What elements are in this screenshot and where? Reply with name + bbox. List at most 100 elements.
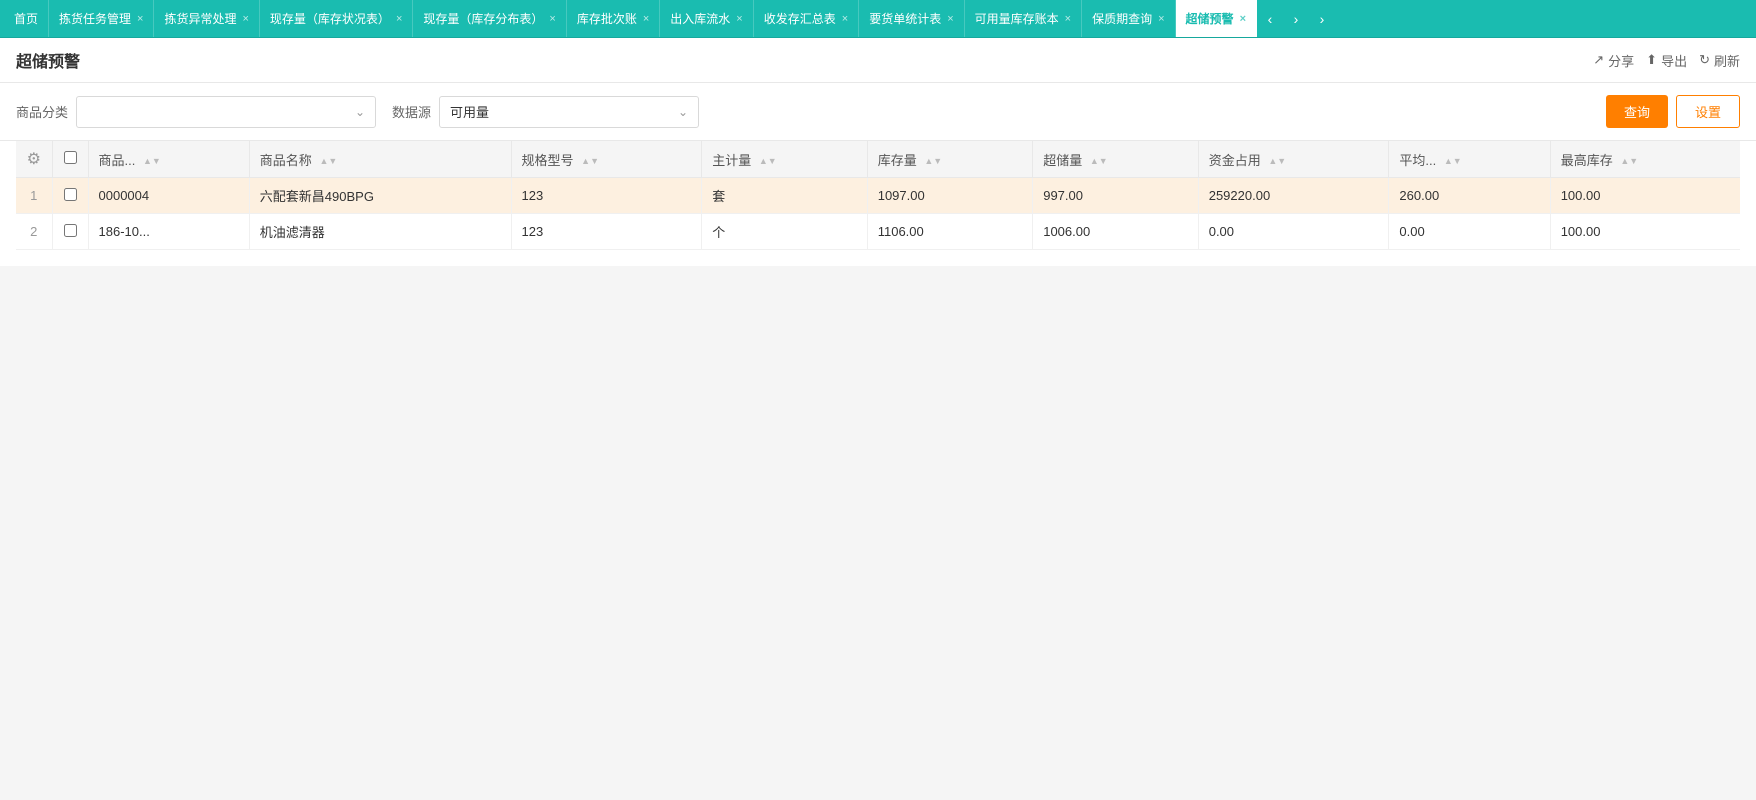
close-tab-summary[interactable]: × xyxy=(842,13,848,25)
refresh-icon: ↻ xyxy=(1699,52,1710,68)
th-settings[interactable]: ⚙ xyxy=(16,141,52,178)
nav-tab-stock-dist[interactable]: 现存量（库存分布表） × xyxy=(413,0,566,38)
th-avg-label: 平均... xyxy=(1399,153,1436,168)
category-select[interactable]: ⌄ xyxy=(76,96,376,128)
th-product-name[interactable]: 商品名称 ▲▼ xyxy=(249,141,511,178)
row-select-checkbox-1[interactable] xyxy=(64,224,77,237)
close-tab-stock-dist[interactable]: × xyxy=(549,13,555,25)
nav-tab-abnormal[interactable]: 拣货异常处理 × xyxy=(154,0,259,38)
settings-gear-icon[interactable]: ⚙ xyxy=(27,151,41,168)
nav-tab-order-stats[interactable]: 要货单统计表 × xyxy=(859,0,964,38)
nav-next-arrow[interactable]: › xyxy=(1283,0,1309,38)
sort-arrows-stock[interactable]: ▲▼ xyxy=(924,157,942,166)
nav-tab-available[interactable]: 可用量库存账本 × xyxy=(965,0,1082,38)
table-row[interactable]: 2 186-10... 机油滤清器 123 个 1106.00 1006.00 … xyxy=(16,214,1740,250)
query-button[interactable]: 查询 xyxy=(1606,95,1668,128)
page-title: 超储预警 xyxy=(16,48,80,72)
nav-tab-task-mgmt[interactable]: 拣货任务管理 × xyxy=(49,0,154,38)
th-unit-label: 主计量 xyxy=(712,153,751,168)
row-stock-0: 1097.00 xyxy=(867,178,1033,214)
table-header-row: ⚙ 商品... ▲▼ 商品名称 ▲▼ 规格型号 ▲▼ 主计 xyxy=(16,141,1740,178)
th-stock-label: 库存量 xyxy=(878,153,917,168)
category-dropdown-arrow: ⌄ xyxy=(355,105,365,119)
close-tab-batch[interactable]: × xyxy=(643,13,649,25)
table-container: ⚙ 商品... ▲▼ 商品名称 ▲▼ 规格型号 ▲▼ 主计 xyxy=(0,141,1756,266)
row-max-stock-0: 100.00 xyxy=(1550,178,1740,214)
nav-tab-flow[interactable]: 出入库流水 × xyxy=(660,0,753,38)
table-row[interactable]: 1 0000004 六配套新昌490BPG 123 套 1097.00 997.… xyxy=(16,178,1740,214)
nav-tab-stock-status[interactable]: 现存量（库存状况表） × xyxy=(260,0,413,38)
sort-arrows-capital[interactable]: ▲▼ xyxy=(1268,157,1286,166)
row-product-name-1: 机油滤清器 xyxy=(249,214,511,250)
close-tab-overstock[interactable]: × xyxy=(1240,13,1246,25)
row-capital-1: 0.00 xyxy=(1198,214,1389,250)
row-max-stock-1: 100.00 xyxy=(1550,214,1740,250)
row-over-stock-0: 997.00 xyxy=(1033,178,1199,214)
export-icon: ⬆ xyxy=(1646,52,1657,68)
row-select-checkbox-0[interactable] xyxy=(64,188,77,201)
th-stock[interactable]: 库存量 ▲▼ xyxy=(867,141,1033,178)
row-settings-cell-1: 2 xyxy=(16,214,52,250)
filter-buttons: 查询 设置 xyxy=(1606,95,1740,128)
nav-tab-summary[interactable]: 收发存汇总表 × xyxy=(754,0,859,38)
row-checkbox-cell-1[interactable] xyxy=(52,214,88,250)
row-capital-0: 259220.00 xyxy=(1198,178,1389,214)
th-product-code-label: 商品... xyxy=(99,153,136,168)
nav-more-arrow[interactable]: › xyxy=(1309,0,1335,38)
sort-arrows-product-code[interactable]: ▲▼ xyxy=(143,157,161,166)
nav-tab-home[interactable]: 首页 xyxy=(4,0,49,38)
category-filter-group: 商品分类 ⌄ xyxy=(16,96,376,128)
sort-arrows-avg[interactable]: ▲▼ xyxy=(1444,157,1462,166)
datasource-select[interactable]: 可用量 ⌄ xyxy=(439,96,699,128)
export-button[interactable]: ⬆ 导出 xyxy=(1646,51,1687,70)
sort-arrows-max-stock[interactable]: ▲▼ xyxy=(1620,157,1638,166)
th-product-code[interactable]: 商品... ▲▼ xyxy=(88,141,249,178)
th-over-stock-label: 超储量 xyxy=(1043,153,1082,168)
close-tab-flow[interactable]: × xyxy=(736,13,742,25)
th-spec-label: 规格型号 xyxy=(522,153,574,168)
nav-tab-batch[interactable]: 库存批次账 × xyxy=(567,0,660,38)
share-icon: ↗ xyxy=(1593,52,1604,68)
overstock-table: ⚙ 商品... ▲▼ 商品名称 ▲▼ 规格型号 ▲▼ 主计 xyxy=(16,141,1740,250)
th-spec[interactable]: 规格型号 ▲▼ xyxy=(511,141,702,178)
setting-button[interactable]: 设置 xyxy=(1676,95,1740,128)
datasource-select-value: 可用量 xyxy=(450,102,489,121)
row-avg-1: 0.00 xyxy=(1389,214,1550,250)
row-settings-cell-0: 1 xyxy=(16,178,52,214)
close-tab-stock-status[interactable]: × xyxy=(396,13,402,25)
row-checkbox-cell-0[interactable] xyxy=(52,178,88,214)
row-unit-0: 套 xyxy=(702,178,868,214)
top-navigation: 首页 拣货任务管理 × 拣货异常处理 × 现存量（库存状况表） × 现存量（库存… xyxy=(0,0,1756,38)
th-max-stock[interactable]: 最高库存 ▲▼ xyxy=(1550,141,1740,178)
row-spec-0: 123 xyxy=(511,178,702,214)
row-product-code-0: 0000004 xyxy=(88,178,249,214)
th-capital-label: 资金占用 xyxy=(1209,153,1261,168)
refresh-button[interactable]: ↻ 刷新 xyxy=(1699,51,1740,70)
row-product-code-1: 186-10... xyxy=(88,214,249,250)
nav-tab-overstock[interactable]: 超储预警 × xyxy=(1176,0,1257,38)
close-tab-order-stats[interactable]: × xyxy=(947,13,953,25)
th-unit[interactable]: 主计量 ▲▼ xyxy=(702,141,868,178)
sort-arrows-over-stock[interactable]: ▲▼ xyxy=(1090,157,1108,166)
sort-arrows-unit[interactable]: ▲▼ xyxy=(759,157,777,166)
close-tab-task-mgmt[interactable]: × xyxy=(137,13,143,25)
th-checkbox[interactable] xyxy=(52,141,88,178)
row-stock-1: 1106.00 xyxy=(867,214,1033,250)
select-all-checkbox[interactable] xyxy=(64,151,77,164)
nav-tab-expiry[interactable]: 保质期查询 × xyxy=(1082,0,1175,38)
page-header: 超储预警 ↗ 分享 ⬆ 导出 ↻ 刷新 xyxy=(0,38,1756,83)
share-button[interactable]: ↗ 分享 xyxy=(1593,51,1634,70)
datasource-filter-group: 数据源 可用量 ⌄ xyxy=(392,96,699,128)
nav-prev-arrow[interactable]: ‹ xyxy=(1257,0,1283,38)
th-over-stock[interactable]: 超储量 ▲▼ xyxy=(1033,141,1199,178)
close-tab-abnormal[interactable]: × xyxy=(242,13,248,25)
th-capital[interactable]: 资金占用 ▲▼ xyxy=(1198,141,1389,178)
sort-arrows-product-name[interactable]: ▲▼ xyxy=(319,157,337,166)
sort-arrows-spec[interactable]: ▲▼ xyxy=(581,157,599,166)
header-actions: ↗ 分享 ⬆ 导出 ↻ 刷新 xyxy=(1593,51,1740,70)
row-avg-0: 260.00 xyxy=(1389,178,1550,214)
datasource-label: 数据源 xyxy=(392,102,431,121)
th-avg[interactable]: 平均... ▲▼ xyxy=(1389,141,1550,178)
close-tab-expiry[interactable]: × xyxy=(1158,13,1164,25)
close-tab-available[interactable]: × xyxy=(1065,13,1071,25)
